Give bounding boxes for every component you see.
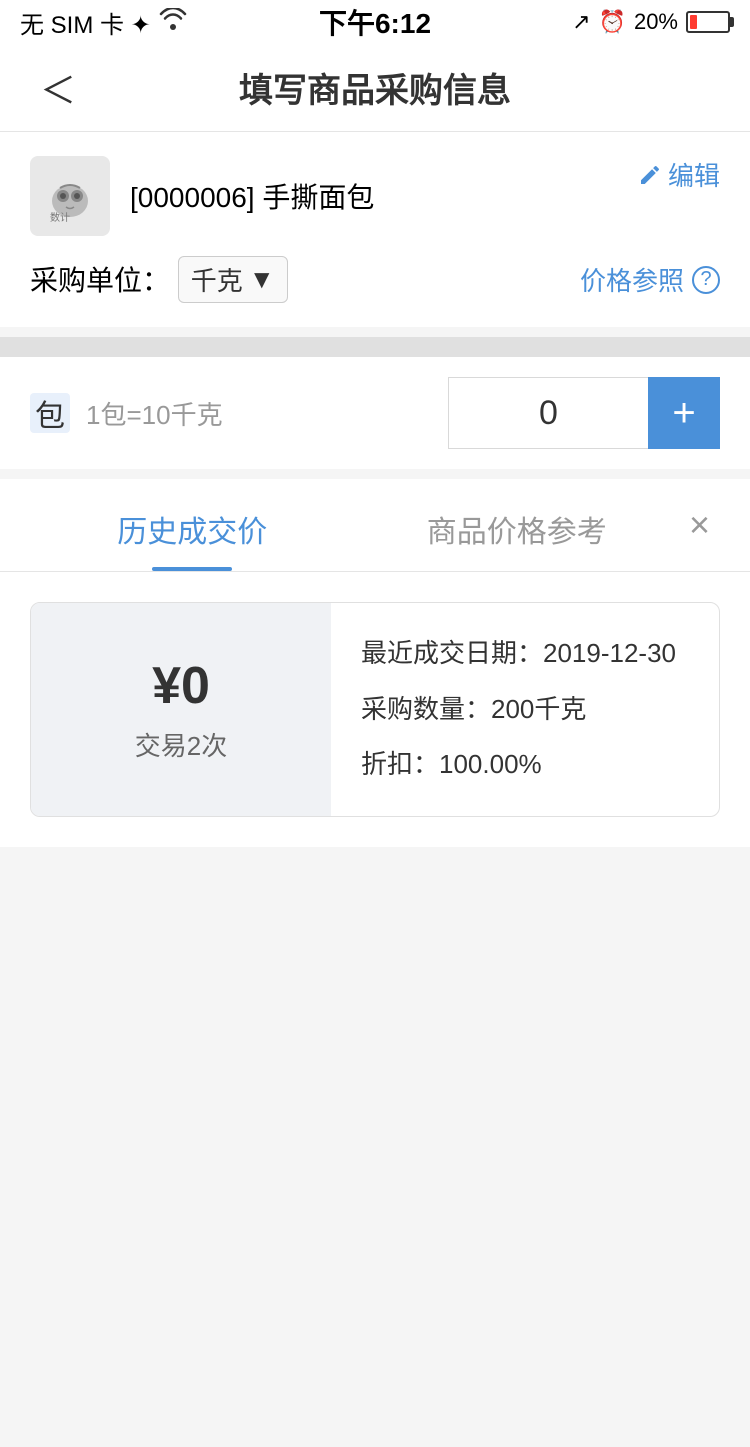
tab1-label: 历史成交价 — [117, 516, 267, 549]
card-price-summary: ¥0 交易2次 — [31, 603, 331, 816]
wifi-icon — [159, 8, 187, 37]
tabs-header: 历史成交价 商品价格参考 × — [0, 479, 750, 572]
discount-value: 100.00% — [439, 749, 542, 779]
card-trades-count: 交易2次 — [135, 726, 227, 763]
tab2-label: 商品价格参考 — [427, 516, 607, 549]
recent-date-value: 2019-12-30 — [543, 638, 676, 668]
product-thumbnail: 数计 — [30, 156, 110, 236]
qty-info-value: 200千克 — [491, 694, 586, 724]
product-id: [0000006] — [130, 182, 255, 213]
alarm-icon: ⏰ — [599, 9, 626, 35]
qty-unit-label: 包 — [35, 391, 65, 435]
unit-select[interactable]: 千克 ▼ — [178, 256, 288, 303]
product-logo-icon: 数计 — [40, 166, 100, 226]
product-name: 手撕面包 — [262, 182, 374, 213]
tabs-section: 历史成交价 商品价格参考 × ¥0 交易2次 最近成交日期：2019-12-30… — [0, 479, 750, 847]
edit-label: 编辑 — [668, 156, 720, 193]
status-left: 无 SIM 卡 ✦ — [20, 5, 187, 40]
qty-conversion: 1包=10千克 — [86, 395, 223, 432]
price-amount: 0 — [181, 657, 210, 715]
status-bar: 无 SIM 卡 ✦ 下午6:12 ↗ ⏰ 20% — [0, 0, 750, 44]
svg-text:数计: 数计 — [50, 211, 70, 224]
quantity-input[interactable] — [448, 377, 648, 449]
quantity-plus-button[interactable]: + — [648, 377, 720, 449]
qty-row: 采购数量：200千克 — [361, 689, 689, 731]
discount-label: 折扣： — [361, 749, 439, 779]
price-ref-label: 价格参照 — [580, 261, 684, 298]
nav-bar: ＜ 填写商品采购信息 — [0, 44, 750, 132]
product-name-block: [0000006] 手撕面包 — [130, 176, 374, 216]
card-detail-info: 最近成交日期：2019-12-30 采购数量：200千克 折扣：100.00% — [331, 603, 719, 816]
location-icon: ↗ — [572, 9, 590, 35]
qty-info-label: 采购数量： — [361, 694, 491, 724]
battery-icon — [686, 11, 730, 33]
dropdown-icon: ▼ — [249, 264, 275, 295]
product-unit-row: 采购单位： 千克 ▼ 价格参照 ? — [30, 256, 720, 303]
unit-value: 千克 — [191, 261, 243, 298]
price-reference-button[interactable]: 价格参照 ? — [580, 261, 720, 298]
unit-section: 采购单位： 千克 ▼ — [30, 256, 288, 303]
recent-date-row: 最近成交日期：2019-12-30 — [361, 633, 689, 675]
qty-label-group: 包 1包=10千克 — [30, 393, 223, 433]
section-divider — [0, 337, 750, 357]
sim-label: 无 SIM 卡 ✦ — [20, 5, 151, 40]
battery-percent: 20% — [634, 9, 678, 35]
tab-content-history: ¥0 交易2次 最近成交日期：2019-12-30 采购数量：200千克 折扣：… — [0, 572, 750, 847]
edit-button[interactable]: 编辑 — [638, 156, 720, 193]
product-section: 数计 [0000006] 手撕面包 编辑 采购单位： 千克 ▼ 价格参照 — [0, 132, 750, 327]
page-title: 填写商品采购信息 — [239, 63, 511, 112]
tab-close-button[interactable]: × — [679, 494, 720, 556]
recent-date-label: 最近成交日期： — [361, 638, 543, 668]
status-time: 下午6:12 — [319, 2, 431, 42]
unit-label: 采购单位： — [30, 265, 170, 296]
qty-unit-box: 包 — [30, 393, 70, 433]
discount-row: 折扣：100.00% — [361, 744, 689, 786]
price-symbol: ¥ — [152, 657, 181, 715]
tab-history-price[interactable]: 历史成交价 — [30, 479, 354, 571]
back-button[interactable]: ＜ — [30, 52, 86, 124]
close-icon: × — [689, 504, 710, 545]
edit-icon — [638, 163, 662, 187]
status-right: ↗ ⏰ 20% — [572, 9, 730, 35]
qty-input-group: + — [448, 377, 720, 449]
main-content-area — [0, 847, 750, 1447]
history-card: ¥0 交易2次 最近成交日期：2019-12-30 采购数量：200千克 折扣：… — [30, 602, 720, 817]
card-price-value: ¥0 — [152, 656, 210, 716]
tab-product-price-ref[interactable]: 商品价格参考 — [354, 479, 678, 571]
quantity-section: 包 1包=10千克 + — [0, 357, 750, 469]
product-info: 数计 [0000006] 手撕面包 — [30, 156, 374, 236]
help-icon: ? — [692, 266, 720, 294]
plus-icon: + — [672, 391, 695, 436]
